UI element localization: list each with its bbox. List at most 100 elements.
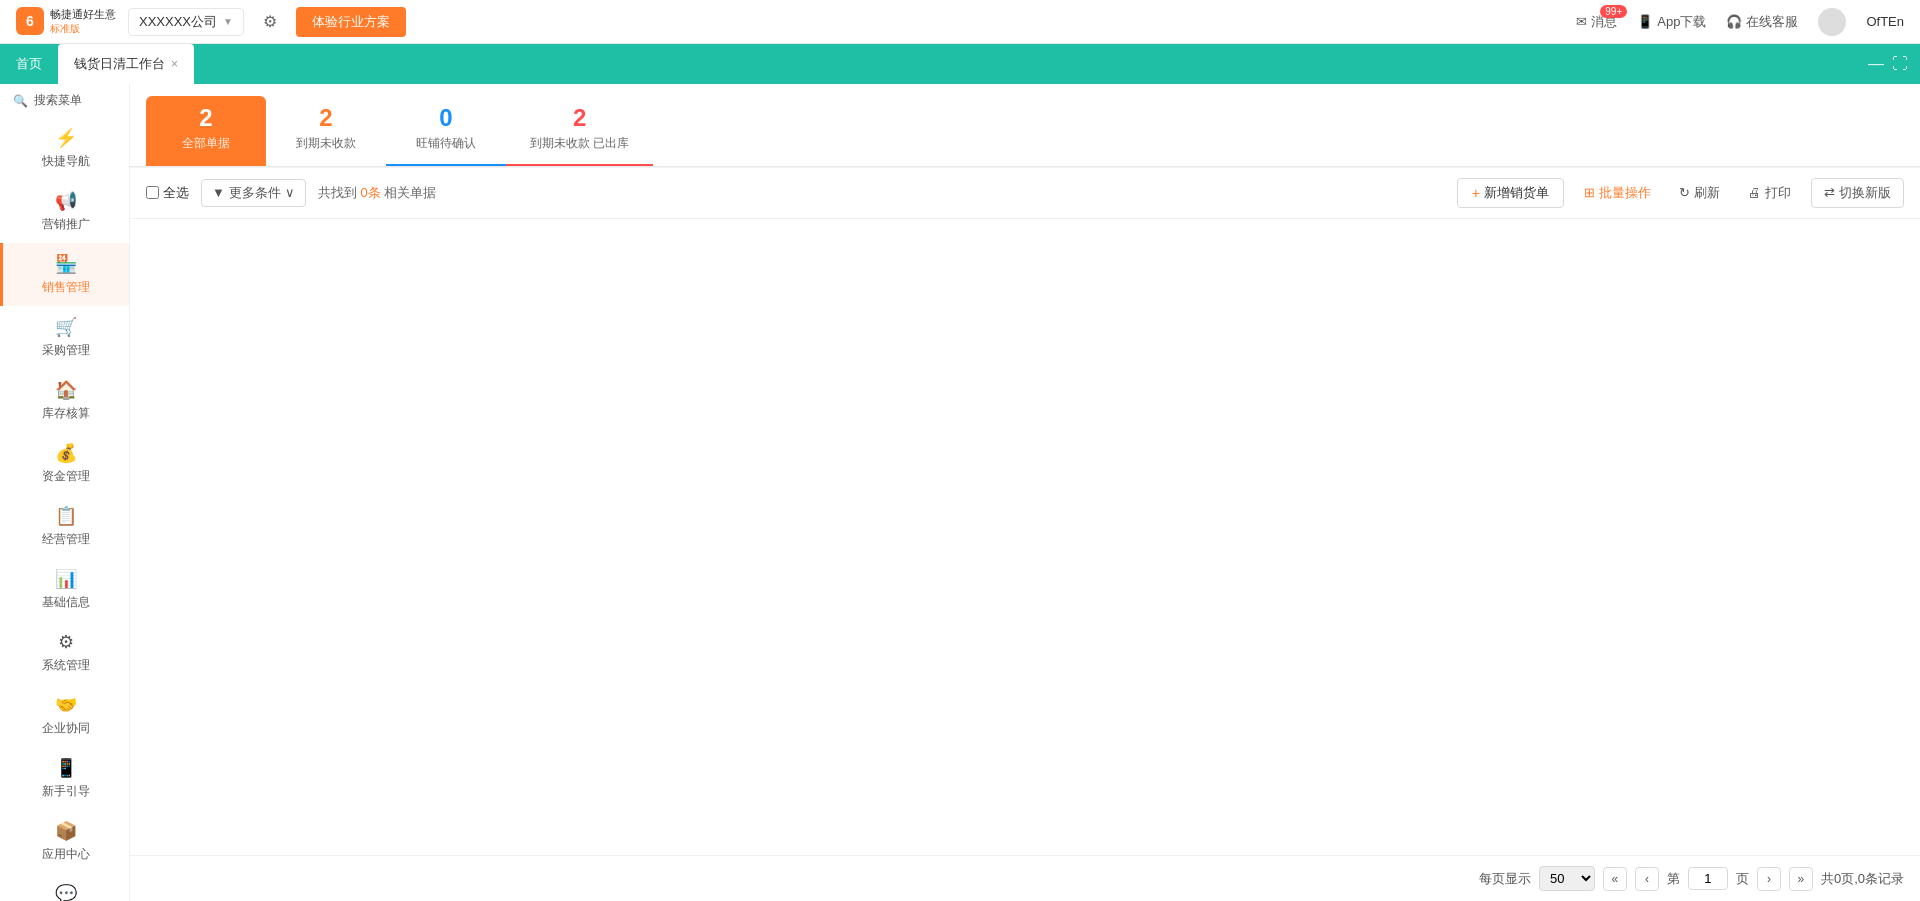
new-sales-order-button[interactable]: + 新增销货单 — [1457, 178, 1564, 208]
filter-icon: ▼ — [212, 185, 225, 200]
quick-nav-icon: ⚡ — [55, 127, 77, 149]
sidebar-item-inventory[interactable]: 🏠 库存核算 — [0, 369, 129, 432]
headset-icon: 🎧 — [1726, 14, 1742, 29]
user-avatar[interactable] — [1818, 8, 1846, 36]
stat-all-count: 2 — [170, 104, 242, 133]
company-name: XXXXXX公司 — [139, 13, 217, 31]
chevron-filter-icon: ∨ — [285, 185, 295, 200]
print-icon: 🖨 — [1748, 185, 1761, 200]
message-badge: 99+ — [1600, 5, 1627, 18]
refresh-icon: ↻ — [1679, 185, 1690, 200]
page-suffix-label: 页 — [1736, 870, 1749, 888]
app-name: 畅捷通好生意 标准版 — [50, 7, 116, 35]
switch-icon: ⇄ — [1824, 185, 1835, 200]
sidebar-item-app-center[interactable]: 📦 应用中心 — [0, 810, 129, 873]
filter-button[interactable]: ▼ 更多条件 ∨ — [201, 179, 306, 207]
switch-label: 切换新版 — [1839, 184, 1891, 202]
sidebar-item-label: 应用中心 — [42, 846, 90, 863]
found-text: 共找到 0条 相关单据 — [318, 184, 436, 202]
sidebar-item-label: 销售管理 — [42, 279, 90, 296]
sidebar-item-sales[interactable]: 🏪 销售管理 — [0, 243, 129, 306]
settings-icon[interactable]: ⚙ — [256, 8, 284, 36]
sidebar-item-quick-nav[interactable]: ⚡ 快捷导航 — [0, 117, 129, 180]
switch-version-button[interactable]: ⇄ 切换新版 — [1811, 178, 1904, 208]
page-number-input[interactable] — [1688, 867, 1728, 890]
logo-area: 6 畅捷通好生意 标准版 — [16, 7, 116, 35]
batch-label: 批量操作 — [1599, 184, 1651, 202]
sidebar-item-label: 采购管理 — [42, 342, 90, 359]
message-icon: ✉ — [1576, 14, 1587, 29]
stat-tab-overdue[interactable]: 2 到期未收款 — [266, 96, 386, 166]
search-menu-label: 搜索菜单 — [34, 92, 82, 109]
print-label: 打印 — [1765, 184, 1791, 202]
trial-button[interactable]: 体验行业方案 — [296, 7, 406, 37]
message-action[interactable]: ✉ 消息 99+ — [1576, 13, 1617, 31]
app-download-label: App下载 — [1657, 13, 1706, 31]
stat-unshipped-count: 2 — [530, 104, 629, 133]
inventory-icon: 🏠 — [55, 379, 77, 401]
sidebar-item-label: 库存核算 — [42, 405, 90, 422]
filter-btn-label: 更多条件 — [229, 184, 281, 202]
enterprise-wx-icon: 💬 — [55, 883, 77, 901]
tab-active[interactable]: 钱货日清工作台 × — [58, 44, 194, 84]
app-logo-text: 畅捷通好生意 — [50, 7, 116, 21]
content-area: 2 全部单据 2 到期未收款 0 旺铺待确认 2 到期未收款 已出库 全选 — [130, 84, 1920, 901]
purchase-icon: 🛒 — [55, 316, 77, 338]
select-all-checkbox[interactable]: 全选 — [146, 184, 189, 202]
app-center-icon: 📦 — [55, 820, 77, 842]
next-page-button[interactable]: › — [1757, 867, 1781, 891]
stats-tabs: 2 全部单据 2 到期未收款 0 旺铺待确认 2 到期未收款 已出库 — [130, 84, 1920, 167]
enterprise-coop-icon: 🤝 — [55, 694, 77, 716]
online-service-label: 在线客服 — [1746, 13, 1798, 31]
marketing-icon: 📢 — [55, 190, 77, 212]
company-selector[interactable]: XXXXXX公司 ▼ — [128, 8, 244, 36]
sidebar-item-beginner[interactable]: 📱 新手引导 — [0, 747, 129, 810]
first-page-button[interactable]: « — [1603, 867, 1627, 891]
stat-tab-wangwang[interactable]: 0 旺铺待确认 — [386, 96, 506, 166]
operation-icon: 📋 — [55, 505, 77, 527]
top-nav-right: ✉ 消息 99+ 📱 App下载 🎧 在线客服 OfTEn — [1576, 8, 1904, 36]
tab-close-icon[interactable]: × — [171, 57, 178, 71]
system-icon: ⚙ — [58, 631, 74, 653]
batch-icon: ⊞ — [1584, 185, 1595, 200]
select-all-input[interactable] — [146, 186, 159, 199]
sidebar-item-purchase[interactable]: 🛒 采购管理 — [0, 306, 129, 369]
sidebar-item-label: 经营管理 — [42, 531, 90, 548]
sidebar-item-marketing[interactable]: 📢 营销推广 — [0, 180, 129, 243]
print-button[interactable]: 🖨 打印 — [1740, 180, 1799, 206]
refresh-button[interactable]: ↻ 刷新 — [1671, 180, 1728, 206]
stat-tab-all[interactable]: 2 全部单据 — [146, 96, 266, 166]
stat-overdue-label: 到期未收款 — [290, 135, 362, 152]
sidebar-item-system[interactable]: ⚙ 系统管理 — [0, 621, 129, 684]
stat-overdue-count: 2 — [290, 104, 362, 133]
per-page-label: 每页显示 — [1479, 870, 1531, 888]
toolbar-right: + 新增销货单 ⊞ 批量操作 ↻ 刷新 🖨 打印 ⇄ 切换新版 — [1457, 178, 1904, 208]
tab-bar: 首页 钱货日清工作台 × — ⛶ — [0, 44, 1920, 84]
online-service-action[interactable]: 🎧 在线客服 — [1726, 13, 1798, 31]
last-page-button[interactable]: » — [1789, 867, 1813, 891]
found-suffix: 相关单据 — [384, 185, 436, 200]
top-nav: 6 畅捷通好生意 标准版 XXXXXX公司 ▼ ⚙ 体验行业方案 ✉ 消息 99… — [0, 0, 1920, 44]
finance-icon: 💰 — [55, 442, 77, 464]
tab-home[interactable]: 首页 — [0, 44, 58, 84]
sidebar-item-label: 营销推广 — [42, 216, 90, 233]
sidebar-item-enterprise-coop[interactable]: 🤝 企业协同 — [0, 684, 129, 747]
top-nav-left: 6 畅捷通好生意 标准版 XXXXXX公司 ▼ ⚙ 体验行业方案 — [16, 7, 406, 37]
page-label: 第 — [1667, 870, 1680, 888]
minimize-icon[interactable]: — — [1868, 55, 1884, 73]
app-download-action[interactable]: 📱 App下载 — [1637, 13, 1706, 31]
sidebar-item-operation[interactable]: 📋 经营管理 — [0, 495, 129, 558]
stat-unshipped-label: 到期未收款 已出库 — [530, 135, 629, 152]
expand-icon[interactable]: ⛶ — [1892, 55, 1908, 73]
batch-operation-button[interactable]: ⊞ 批量操作 — [1576, 180, 1659, 206]
sidebar-item-basic-info[interactable]: 📊 基础信息 — [0, 558, 129, 621]
stat-wangwang-label: 旺铺待确认 — [410, 135, 482, 152]
sidebar-item-finance[interactable]: 💰 资金管理 — [0, 432, 129, 495]
prev-page-button[interactable]: ‹ — [1635, 867, 1659, 891]
stat-tab-unshipped[interactable]: 2 到期未收款 已出库 — [506, 96, 653, 166]
table-area — [130, 219, 1920, 855]
per-page-select[interactable]: 50 20 100 — [1539, 866, 1595, 891]
sidebar-search[interactable]: 🔍 搜索菜单 — [0, 84, 129, 117]
app-logo-icon: 6 — [16, 7, 44, 35]
sidebar-item-enterprise-wx[interactable]: 💬 企业微信 — [0, 873, 129, 901]
